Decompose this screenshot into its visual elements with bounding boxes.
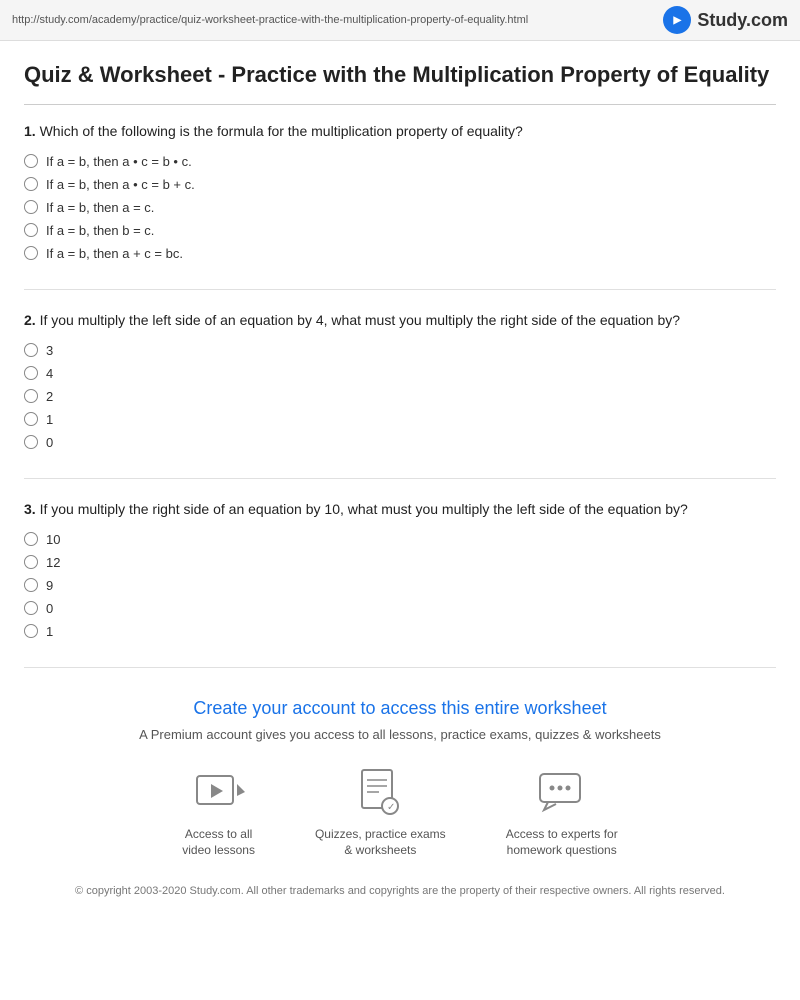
answer-label-q2-a1: 3 [46, 343, 53, 358]
question-2-answer-1[interactable]: 3 [24, 343, 776, 358]
question-3: 3. If you multiply the right side of an … [24, 499, 776, 639]
radio-q1-a4[interactable] [24, 223, 38, 237]
feature-quiz-label: Quizzes, practice exams& worksheets [315, 826, 446, 860]
question-1-answer-4[interactable]: If a = b, then b = c. [24, 223, 776, 238]
question-3-text: 3. If you multiply the right side of an … [24, 499, 776, 520]
page-title: Quiz & Worksheet - Practice with the Mul… [24, 61, 776, 105]
question-3-answer-4[interactable]: 0 [24, 601, 776, 616]
radio-q2-a2[interactable] [24, 366, 38, 380]
answer-label-q1-a2: If a = b, then a • c = b + c. [46, 177, 195, 192]
features-row: Access to allvideo lessons ✓ Quizzes, pr… [44, 766, 756, 860]
quiz-icon: ✓ [354, 766, 406, 818]
question-1-answer-2[interactable]: If a = b, then a • c = b + c. [24, 177, 776, 192]
answer-label-q3-a1: 10 [46, 532, 60, 547]
chat-icon [536, 766, 588, 818]
feature-video-label: Access to allvideo lessons [182, 826, 255, 860]
answer-label-q2-a3: 2 [46, 389, 53, 404]
question-3-answer-3[interactable]: 9 [24, 578, 776, 593]
question-1-answer-5[interactable]: If a = b, then a + c = bc. [24, 246, 776, 261]
question-2-answer-5[interactable]: 0 [24, 435, 776, 450]
radio-q2-a1[interactable] [24, 343, 38, 357]
radio-q1-a1[interactable] [24, 154, 38, 168]
radio-q1-a5[interactable] [24, 246, 38, 260]
divider-2 [24, 478, 776, 479]
answer-label-q1-a3: If a = b, then a = c. [46, 200, 154, 215]
main-content: Quiz & Worksheet - Practice with the Mul… [0, 41, 800, 951]
logo-area: ▶ Study.com [663, 6, 788, 34]
radio-q3-a4[interactable] [24, 601, 38, 615]
radio-q3-a3[interactable] [24, 578, 38, 592]
answer-label-q3-a4: 0 [46, 601, 53, 616]
question-1-answer-1[interactable]: If a = b, then a • c = b • c. [24, 154, 776, 169]
question-3-answer-5[interactable]: 1 [24, 624, 776, 639]
cta-section: Create your account to access this entir… [24, 667, 776, 921]
feature-quiz: ✓ Quizzes, practice exams& worksheets [315, 766, 446, 860]
divider-1 [24, 289, 776, 290]
answer-label-q1-a4: If a = b, then b = c. [46, 223, 154, 238]
answer-label-q2-a4: 1 [46, 412, 53, 427]
logo-icon: ▶ [663, 6, 691, 34]
question-1: 1. Which of the following is the formula… [24, 121, 776, 261]
feature-video: Access to allvideo lessons [182, 766, 255, 860]
top-bar: http://study.com/academy/practice/quiz-w… [0, 0, 800, 41]
cta-subtitle: A Premium account gives you access to al… [44, 727, 756, 742]
answer-label-q3-a3: 9 [46, 578, 53, 593]
answer-label-q3-a5: 1 [46, 624, 53, 639]
question-2: 2. If you multiply the left side of an e… [24, 310, 776, 450]
question-1-answer-3[interactable]: If a = b, then a = c. [24, 200, 776, 215]
logo-text: Study.com [697, 10, 788, 31]
answer-label-q1-a1: If a = b, then a • c = b • c. [46, 154, 192, 169]
radio-q3-a1[interactable] [24, 532, 38, 546]
svg-text:✓: ✓ [387, 802, 395, 813]
answer-label-q2-a2: 4 [46, 366, 53, 381]
question-2-text: 2. If you multiply the left side of an e… [24, 310, 776, 331]
question-2-answer-4[interactable]: 1 [24, 412, 776, 427]
radio-q2-a3[interactable] [24, 389, 38, 403]
radio-q2-a4[interactable] [24, 412, 38, 426]
radio-q1-a2[interactable] [24, 177, 38, 191]
question-2-answer-3[interactable]: 2 [24, 389, 776, 404]
answer-label-q2-a5: 0 [46, 435, 53, 450]
questions-container: 1. Which of the following is the formula… [24, 121, 776, 639]
video-icon [193, 766, 245, 818]
answer-label-q1-a5: If a = b, then a + c = bc. [46, 246, 183, 261]
radio-q3-a2[interactable] [24, 555, 38, 569]
feature-chat-label: Access to experts forhomework questions [506, 826, 618, 860]
feature-chat: Access to experts forhomework questions [506, 766, 618, 860]
radio-q3-a5[interactable] [24, 624, 38, 638]
question-3-answer-2[interactable]: 12 [24, 555, 776, 570]
question-3-answer-1[interactable]: 10 [24, 532, 776, 547]
url-bar: http://study.com/academy/practice/quiz-w… [12, 14, 528, 26]
radio-q2-a5[interactable] [24, 435, 38, 449]
footer-text: © copyright 2003-2020 Study.com. All oth… [44, 883, 756, 901]
question-1-text: 1. Which of the following is the formula… [24, 121, 776, 142]
answer-label-q3-a2: 12 [46, 555, 60, 570]
radio-q1-a3[interactable] [24, 200, 38, 214]
cta-title: Create your account to access this entir… [44, 698, 756, 719]
question-2-answer-2[interactable]: 4 [24, 366, 776, 381]
